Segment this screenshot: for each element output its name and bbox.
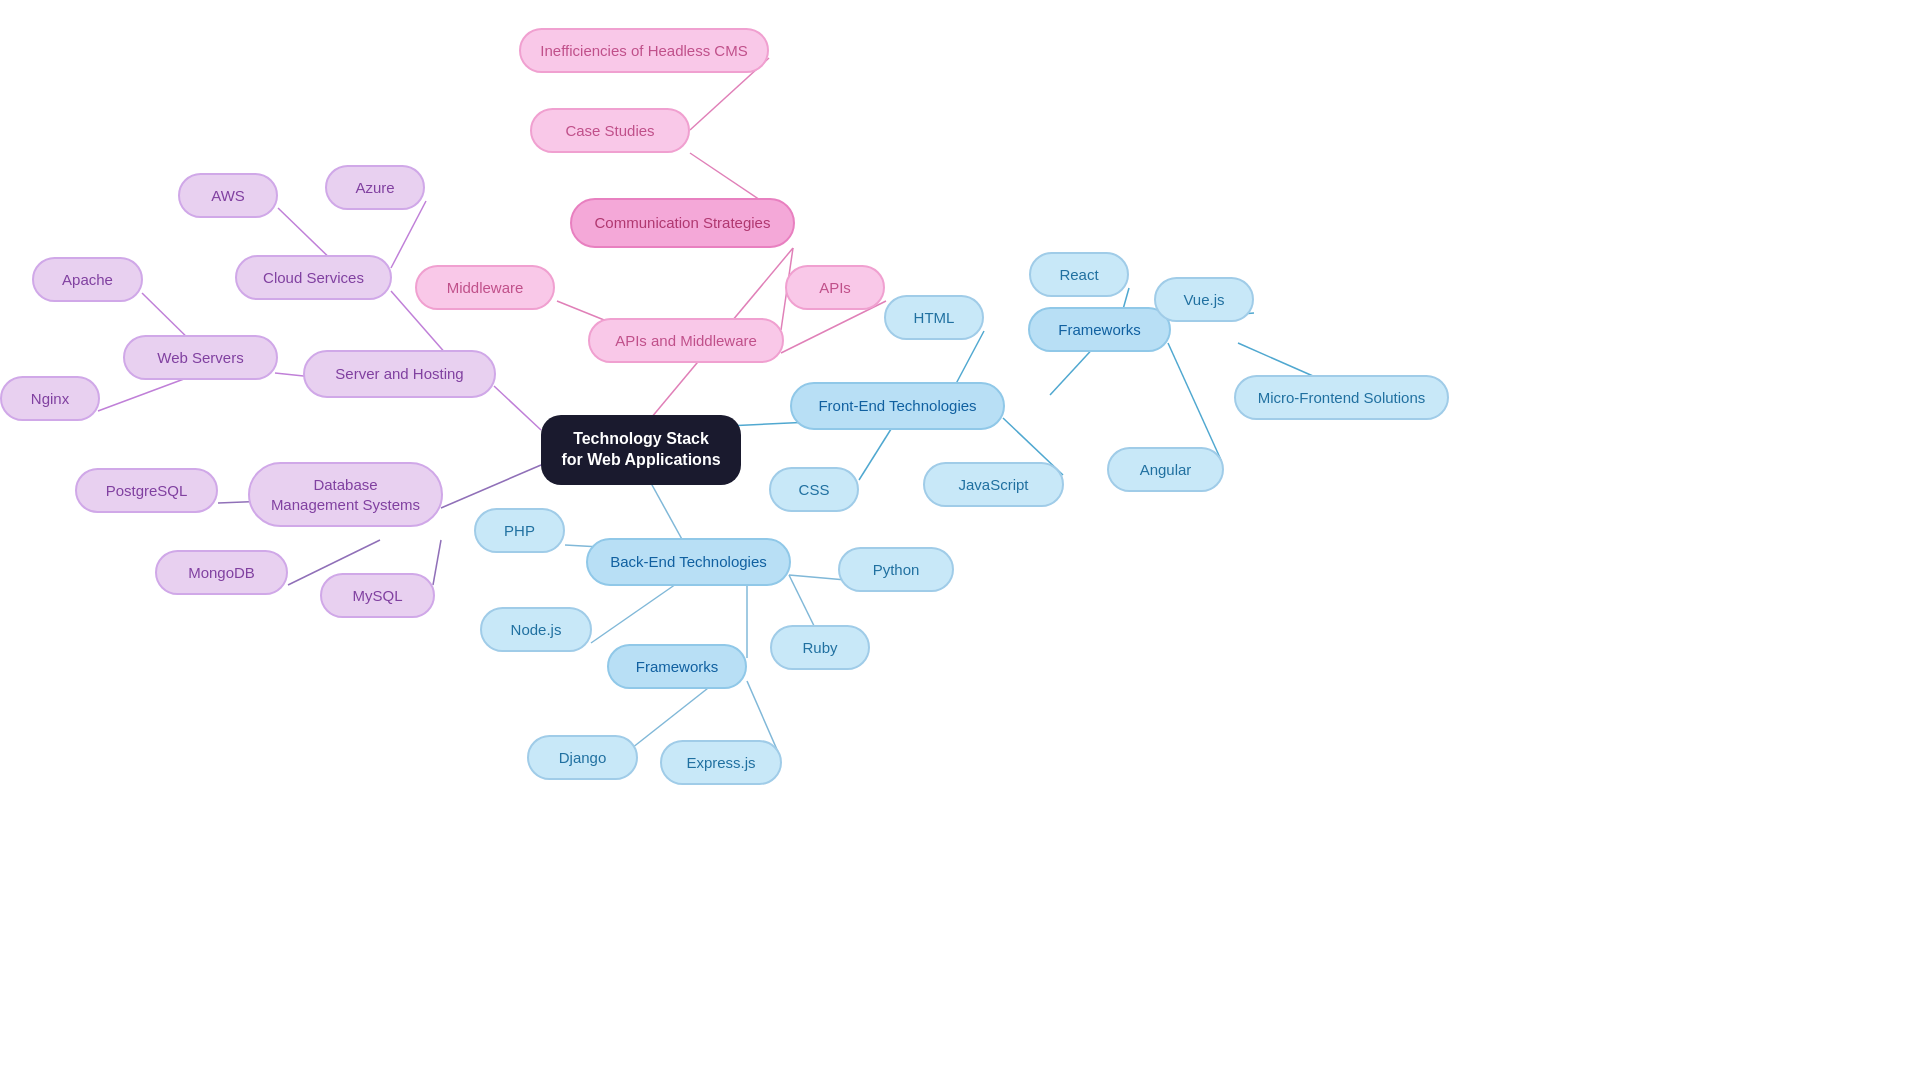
python-label: Python	[873, 560, 920, 580]
vuejs-label: Vue.js	[1183, 290, 1224, 310]
micro-frontend-label: Micro-Frontend Solutions	[1258, 388, 1426, 408]
communication-strategies-node: Communication Strategies	[570, 198, 795, 248]
middleware-label: Middleware	[447, 278, 524, 298]
expressjs-node: Express.js	[660, 740, 782, 785]
azure-label: Azure	[355, 178, 394, 198]
react-label: React	[1059, 265, 1098, 285]
fe-frameworks-node: Frameworks	[1028, 307, 1171, 352]
expressjs-label: Express.js	[686, 753, 755, 773]
cloud-services-node: Cloud Services	[235, 255, 392, 300]
django-label: Django	[559, 748, 607, 768]
python-node: Python	[838, 547, 954, 592]
mysql-label: MySQL	[352, 586, 402, 606]
db-management-label: Database Management Systems	[270, 475, 421, 514]
inefficiencies-label: Inefficiencies of Headless CMS	[540, 41, 747, 61]
communication-strategies-label: Communication Strategies	[595, 213, 771, 233]
fe-frameworks-label: Frameworks	[1058, 320, 1141, 340]
css-node: CSS	[769, 467, 859, 512]
middleware-node: Middleware	[415, 265, 555, 310]
inefficiencies-node: Inefficiencies of Headless CMS	[519, 28, 769, 73]
ruby-node: Ruby	[770, 625, 870, 670]
micro-frontend-node: Micro-Frontend Solutions	[1234, 375, 1449, 420]
javascript-label: JavaScript	[958, 475, 1028, 495]
apis-middleware-label: APIs and Middleware	[615, 331, 757, 351]
be-frameworks-label: Frameworks	[636, 657, 719, 677]
postgresql-label: PostgreSQL	[106, 481, 188, 501]
connections-svg	[0, 0, 1920, 1083]
backend-label: Back-End Technologies	[610, 552, 767, 572]
php-node: PHP	[474, 508, 565, 553]
cloud-services-label: Cloud Services	[263, 268, 364, 288]
case-studies-label: Case Studies	[565, 121, 654, 141]
db-management-node: Database Management Systems	[248, 462, 443, 527]
nodejs-node: Node.js	[480, 607, 592, 652]
case-studies-node: Case Studies	[530, 108, 690, 153]
frontend-node: Front-End Technologies	[790, 382, 1005, 430]
javascript-node: JavaScript	[923, 462, 1064, 507]
web-servers-node: Web Servers	[123, 335, 278, 380]
backend-node: Back-End Technologies	[586, 538, 791, 586]
azure-node: Azure	[325, 165, 425, 210]
aws-node: AWS	[178, 173, 278, 218]
postgresql-node: PostgreSQL	[75, 468, 218, 513]
mongodb-node: MongoDB	[155, 550, 288, 595]
server-hosting-node: Server and Hosting	[303, 350, 496, 398]
apache-label: Apache	[62, 270, 113, 290]
php-label: PHP	[504, 521, 535, 541]
mongodb-label: MongoDB	[188, 563, 255, 583]
frontend-label: Front-End Technologies	[818, 396, 976, 416]
apis-middleware-node: APIs and Middleware	[588, 318, 784, 363]
react-node: React	[1029, 252, 1129, 297]
center-node: Technology Stack for Web Applications	[541, 415, 741, 485]
html-label: HTML	[914, 308, 955, 328]
svg-line-13	[441, 465, 541, 508]
aws-label: AWS	[211, 186, 245, 206]
server-hosting-label: Server and Hosting	[335, 364, 463, 384]
center-label: Technology Stack for Web Applications	[561, 429, 721, 471]
apis-label: APIs	[819, 278, 851, 298]
apache-node: Apache	[32, 257, 143, 302]
django-node: Django	[527, 735, 638, 780]
html-node: HTML	[884, 295, 984, 340]
nodejs-label: Node.js	[511, 620, 562, 640]
svg-line-16	[433, 540, 441, 585]
svg-line-32	[1168, 343, 1221, 460]
nginx-label: Nginx	[31, 389, 69, 409]
vuejs-node: Vue.js	[1154, 277, 1254, 322]
angular-node: Angular	[1107, 447, 1224, 492]
apis-node: APIs	[785, 265, 885, 310]
css-label: CSS	[799, 480, 830, 500]
ruby-label: Ruby	[802, 638, 837, 658]
svg-line-6	[494, 386, 541, 430]
angular-label: Angular	[1140, 460, 1192, 480]
web-servers-label: Web Servers	[157, 348, 243, 368]
be-frameworks-node: Frameworks	[607, 644, 747, 689]
svg-line-10	[391, 201, 426, 268]
nginx-node: Nginx	[0, 376, 100, 421]
mysql-node: MySQL	[320, 573, 435, 618]
svg-line-23	[632, 681, 717, 748]
